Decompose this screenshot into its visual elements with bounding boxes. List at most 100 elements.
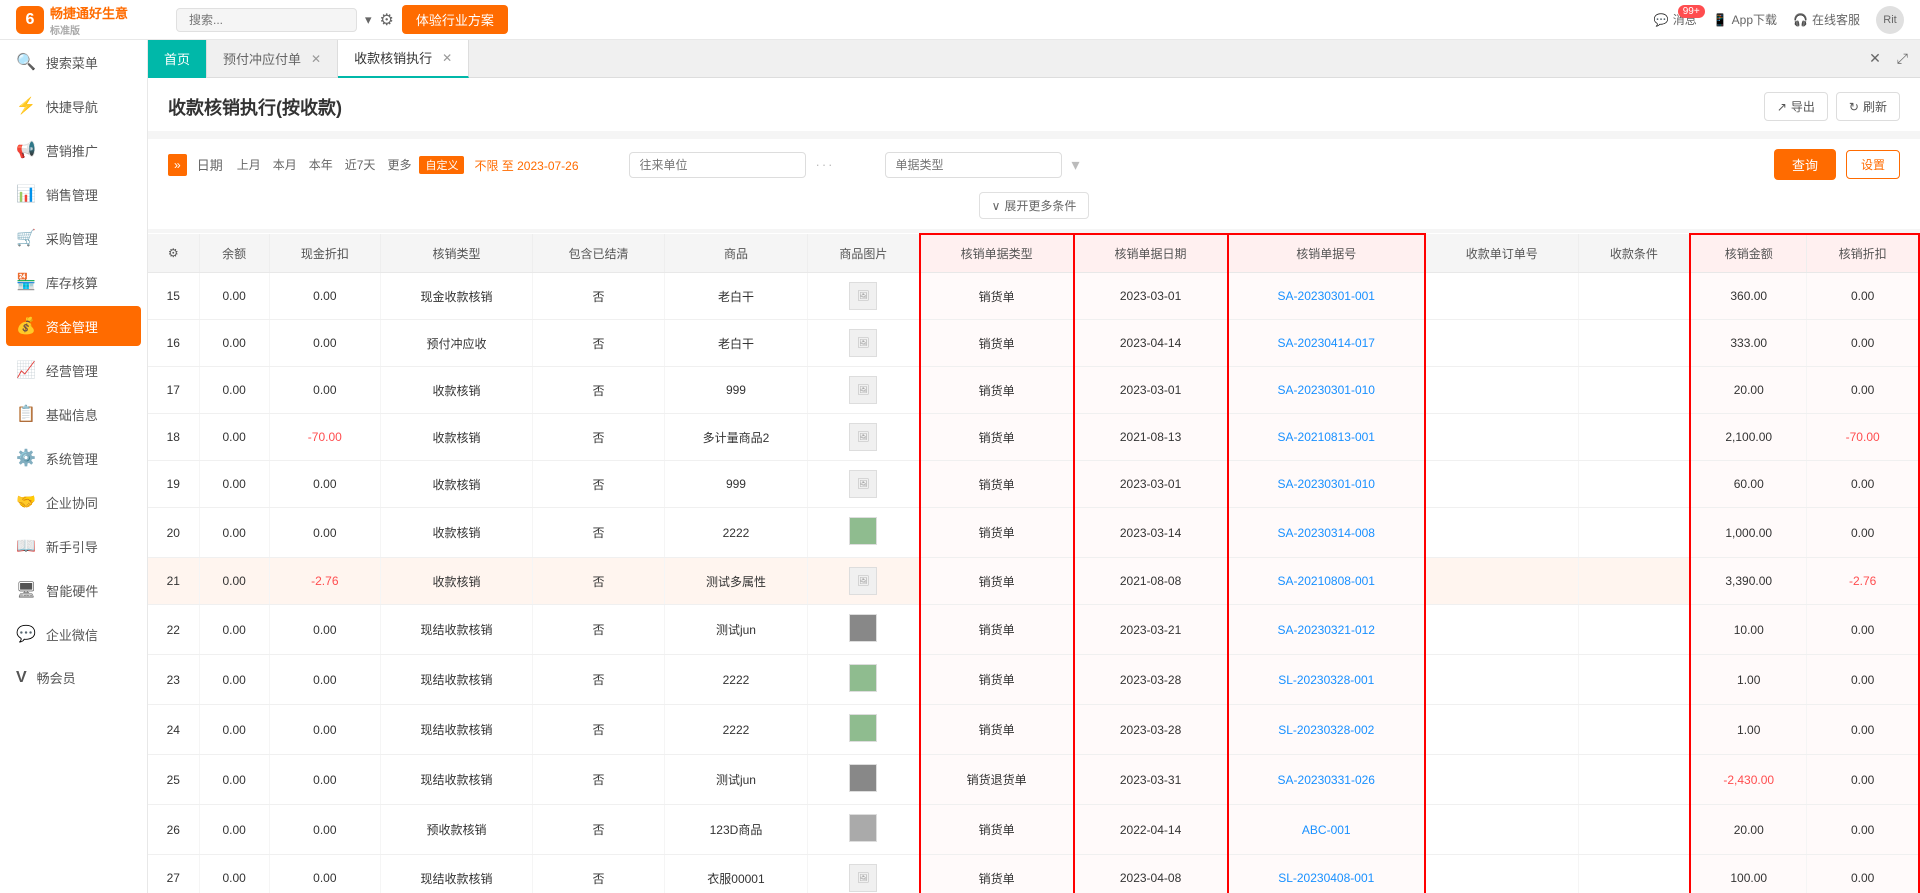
sidebar-item-quick-nav[interactable]: ⚡ 快捷导航 [0,84,147,128]
user-avatar[interactable]: Rit [1876,6,1904,34]
verify-tab-close-icon[interactable]: ✕ [442,51,452,65]
cell-verify-amount: 360.00 [1690,273,1807,320]
sidebar-item-finance[interactable]: 💰 资金管理 [6,306,141,346]
message-button[interactable]: 💬 消息 99+ [1654,11,1697,28]
settings-button[interactable]: 设置 [1846,150,1900,179]
prepayment-tab-close-icon[interactable]: ✕ [311,52,321,66]
bill-no-link[interactable]: SA-20210808-001 [1278,574,1375,588]
cell-receipt-condition [1578,805,1690,855]
dropdown-chevron-icon[interactable]: ▾ [365,12,372,28]
cell-id: 19 [148,461,199,508]
cell-product-img [808,508,920,558]
cell-id: 24 [148,705,199,755]
home-tab-label: 首页 [164,49,190,68]
cell-verify-bill-date: 2023-03-28 [1074,655,1228,705]
col-cash-discount-header: 现金折扣 [269,234,380,273]
app-download-button[interactable]: 📱 App下载 [1713,11,1777,28]
maximize-icon[interactable]: ⤢ [1893,46,1912,71]
export-button[interactable]: ↗ 导出 [1764,92,1828,121]
bill-type-filter-input[interactable] [885,152,1062,178]
sidebar-item-sales[interactable]: 📊 销售管理 [0,172,147,216]
date-option-7days[interactable]: 近7天 [341,154,380,175]
date-custom-button[interactable]: 自定义 [419,156,464,174]
bill-no-link[interactable]: SL-20230328-001 [1278,673,1374,687]
cell-verify-bill-no: SL-20230328-001 [1228,655,1425,705]
tab-bar: 首页 预付冲应付单 ✕ 收款核销执行 ✕ ✕ ⤢ [148,40,1920,78]
bill-no-link[interactable]: SA-20230301-001 [1278,289,1375,303]
sidebar-item-collab[interactable]: 🤝 企业协同 [0,480,147,524]
cell-verify-bill-type: 销货单 [920,414,1074,461]
settings-gear-icon[interactable]: ⚙ [380,10,394,30]
tab-prepayment[interactable]: 预付冲应付单 ✕ [207,40,338,78]
cell-verify-bill-date: 2023-03-21 [1074,605,1228,655]
bill-no-link[interactable]: SL-20230328-002 [1278,723,1374,737]
bill-type-dropdown-icon[interactable]: ▾ [1072,155,1080,175]
industry-solution-button[interactable]: 体验行业方案 [402,5,508,34]
bill-no-link[interactable]: SA-20230414-017 [1278,336,1375,350]
sidebar-item-member[interactable]: V 畅会员 [0,656,147,699]
tab-home[interactable]: 首页 [148,40,207,78]
top-search-input[interactable] [176,8,357,32]
col-include-settled-header: 包含已结清 [533,234,665,273]
cell-id: 22 [148,605,199,655]
cell-product: 999 [664,367,807,414]
bill-no-link[interactable]: SL-20230408-001 [1278,871,1374,885]
column-settings-icon[interactable]: ⚙ [168,246,179,260]
sidebar-item-guide[interactable]: 📖 新手引导 [0,524,147,568]
cell-verify-bill-date: 2023-03-28 [1074,705,1228,755]
query-button[interactable]: 查询 [1774,149,1836,180]
tab-verify[interactable]: 收款核销执行 ✕ [338,40,469,78]
cell-verify-discount: -70.00 [1807,414,1919,461]
date-option-this-year[interactable]: 本年 [305,154,337,175]
chevron-down-icon: ∨ [992,199,1001,213]
cell-verify-bill-type: 销货单 [920,855,1074,893]
sidebar-item-hardware[interactable]: 🖥 智能硬件 [0,568,147,612]
cell-product: 衣服00001 [664,855,807,893]
date-option-this-month[interactable]: 本月 [269,154,301,175]
sidebar-item-purchase[interactable]: 🛒 采购管理 [0,216,147,260]
sidebar-item-base-info[interactable]: 📋 基础信息 [0,392,147,436]
partner-filter-input[interactable] [629,152,806,178]
close-window-icon[interactable]: ✕ [1865,46,1885,71]
refresh-button[interactable]: ↻ 刷新 [1836,92,1900,121]
cell-product: 123D商品 [664,805,807,855]
date-range-display: 不限 至 2023-07-26 [474,157,578,174]
bill-no-link[interactable]: SA-20230314-008 [1278,526,1375,540]
bill-no-link[interactable]: SA-20230331-026 [1278,773,1375,787]
date-options-group: 上月 本月 本年 近7天 更多 自定义 [233,154,465,175]
bill-no-link[interactable]: SA-20230301-010 [1278,383,1375,397]
refresh-icon: ↻ [1849,100,1859,114]
cell-product-img: 🖼 [808,855,920,893]
cell-include-settled: 否 [533,805,665,855]
sidebar-label-inventory: 库存核算 [46,273,98,292]
sidebar-item-search[interactable]: 🔍 搜索菜单 [0,40,147,84]
cell-include-settled: 否 [533,320,665,367]
table-row: 17 0.00 0.00 收款核销 否 999 🖼 销货单 2023-03-01… [148,367,1919,414]
col-gear-header[interactable]: ⚙ [148,234,199,273]
table-scroll-area[interactable]: ⚙ 余额 现金折扣 核销类型 包含已结清 商品 商品图片 核销单据类型 核销单据… [148,233,1920,893]
cell-verify-amount: 1,000.00 [1690,508,1807,558]
sidebar-item-marketing[interactable]: 📢 营销推广 [0,128,147,172]
cell-receipt-condition [1578,705,1690,755]
bill-no-link[interactable]: ABC-001 [1302,823,1351,837]
sidebar-item-system[interactable]: ⚙️ 系统管理 [0,436,147,480]
data-table: ⚙ 余额 现金折扣 核销类型 包含已结清 商品 商品图片 核销单据类型 核销单据… [148,233,1920,893]
cell-receipt-order-no [1425,755,1578,805]
sidebar-item-business[interactable]: 📈 经营管理 [0,348,147,392]
cell-cash-discount: 0.00 [269,705,380,755]
sidebar-item-inventory[interactable]: 🏪 库存核算 [0,260,147,304]
expand-more-conditions-button[interactable]: ∨ 展开更多条件 [979,192,1090,219]
date-option-last-month[interactable]: 上月 [233,154,265,175]
date-filter-label: 日期 [197,155,223,174]
date-option-more[interactable]: 更多 [383,154,415,175]
sidebar-item-wechat[interactable]: 💬 企业微信 [0,612,147,656]
cell-product-img [808,605,920,655]
bill-no-link[interactable]: SA-20230301-010 [1278,477,1375,491]
filter-expand-button[interactable]: » [168,154,187,176]
online-service-button[interactable]: 🎧 在线客服 [1793,11,1860,28]
cell-balance: 0.00 [199,320,269,367]
col-verify-amount-header: 核销金额 [1690,234,1807,273]
bill-no-link[interactable]: SA-20230321-012 [1278,623,1375,637]
bill-no-link[interactable]: SA-20210813-001 [1278,430,1375,444]
sidebar-label-guide: 新手引导 [46,537,98,556]
